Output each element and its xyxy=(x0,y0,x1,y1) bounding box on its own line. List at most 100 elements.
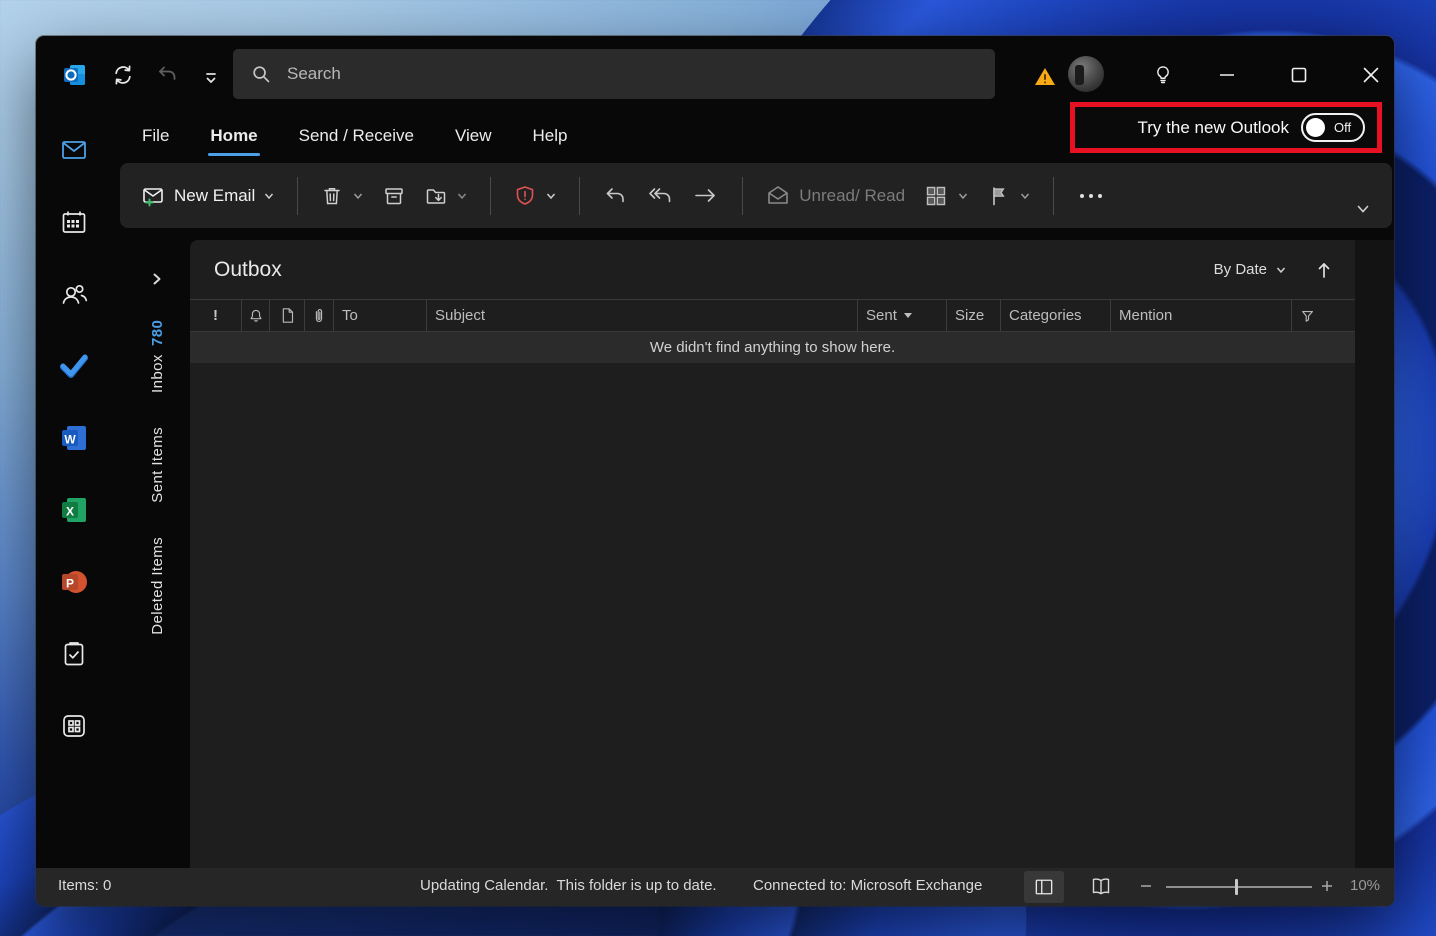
message-list-panel: Outbox By Date ! xyxy=(190,240,1394,868)
zoom-slider-track[interactable] xyxy=(1166,886,1312,888)
filter-funnel-icon xyxy=(1300,308,1316,324)
undo-icon[interactable] xyxy=(152,60,182,90)
new-email-label: New Email xyxy=(174,186,255,206)
column-attachment[interactable] xyxy=(305,300,334,331)
avatar[interactable] xyxy=(1068,56,1104,92)
menu-home[interactable]: Home xyxy=(208,122,259,150)
search-input[interactable] xyxy=(287,64,977,84)
menu-bar: File Home Send / Receive View Help xyxy=(140,112,569,160)
zoom-slider-thumb[interactable] xyxy=(1235,879,1238,895)
nav-todo[interactable] xyxy=(54,346,94,386)
column-mention[interactable]: Mention xyxy=(1111,300,1292,331)
column-filter[interactable] xyxy=(1292,300,1355,331)
menu-file[interactable]: File xyxy=(140,122,171,150)
folder-deleted-items[interactable]: Deleted Items xyxy=(149,537,166,635)
menu-send-receive[interactable]: Send / Receive xyxy=(297,122,416,150)
reply-button[interactable] xyxy=(596,177,634,215)
warning-icon[interactable] xyxy=(1030,62,1060,92)
svg-text:W: W xyxy=(64,433,76,447)
delete-button[interactable] xyxy=(314,178,370,214)
layout-view-icon xyxy=(1034,878,1054,896)
column-size[interactable]: Size xyxy=(947,300,1001,331)
nav-excel[interactable]: X xyxy=(54,490,94,530)
report-junk-button[interactable] xyxy=(507,178,563,214)
ribbon: New Email xyxy=(120,163,1392,228)
reading-view-icon xyxy=(1089,876,1113,898)
expand-folder-pane-chevron[interactable] xyxy=(142,264,172,294)
app-sidebar: W X P xyxy=(36,112,112,868)
ribbon-separator xyxy=(490,177,491,215)
column-importance[interactable]: ! xyxy=(190,300,242,331)
envelope-open-icon xyxy=(765,183,791,209)
zoom-out-button[interactable] xyxy=(1139,879,1153,893)
nav-word[interactable]: W xyxy=(54,418,94,458)
nav-tasks[interactable] xyxy=(54,634,94,674)
search-icon xyxy=(251,64,271,84)
reading-view-button[interactable] xyxy=(1088,875,1114,899)
nav-mail[interactable] xyxy=(54,130,94,170)
column-reminder[interactable] xyxy=(242,300,270,331)
new-email-button[interactable]: New Email xyxy=(134,177,281,215)
items-count: Items: 0 xyxy=(58,877,111,894)
unread-read-button[interactable]: Unread/ Read xyxy=(759,177,911,215)
reply-all-button[interactable] xyxy=(640,177,680,215)
unread-read-label: Unread/ Read xyxy=(799,186,905,206)
move-to-button[interactable] xyxy=(418,178,474,214)
nav-more-apps[interactable] xyxy=(54,706,94,746)
menu-help[interactable]: Help xyxy=(530,122,569,150)
nav-people[interactable] xyxy=(54,274,94,314)
list-header: Outbox By Date xyxy=(190,240,1355,300)
archive-button[interactable] xyxy=(376,178,412,214)
zoom-level[interactable]: 10% xyxy=(1350,877,1380,894)
folder-title: Outbox xyxy=(214,258,282,282)
sort-by-button[interactable]: By Date xyxy=(1214,261,1287,278)
forward-button[interactable] xyxy=(686,177,726,215)
more-commands-button[interactable] xyxy=(1070,194,1112,198)
item-type-icon xyxy=(280,307,295,324)
chevron-down-icon xyxy=(957,190,969,202)
svg-text:P: P xyxy=(66,577,74,591)
search-bar[interactable] xyxy=(233,49,995,99)
close-button[interactable] xyxy=(1356,60,1386,90)
outlook-window: Try the new Outlook Off File Home Send /… xyxy=(36,36,1394,906)
try-new-outlook-banner: Try the new Outlook Off xyxy=(1070,102,1382,153)
lightbulb-icon[interactable] xyxy=(1148,60,1178,90)
column-item-type[interactable] xyxy=(270,300,305,331)
chevron-down-icon xyxy=(545,190,557,202)
ribbon-separator xyxy=(1053,177,1054,215)
minimize-button[interactable] xyxy=(1212,60,1242,90)
ribbon-collapse-chevron[interactable] xyxy=(1348,194,1378,224)
toggle-knob xyxy=(1306,118,1325,137)
message-list: Outbox By Date ! xyxy=(190,240,1355,868)
follow-up-flag-button[interactable] xyxy=(981,178,1037,214)
sort-descending-icon xyxy=(904,313,912,318)
chevron-down-icon xyxy=(263,190,275,202)
folder-sent-items[interactable]: Sent Items xyxy=(149,427,166,503)
ribbon-separator xyxy=(297,177,298,215)
column-sent[interactable]: Sent xyxy=(858,300,947,331)
scrollbar-gutter[interactable] xyxy=(1355,240,1394,868)
sort-direction-button[interactable] xyxy=(1309,255,1339,285)
customize-quick-access-icon[interactable] xyxy=(196,63,226,93)
svg-text:X: X xyxy=(66,505,74,519)
outlook-app-icon[interactable] xyxy=(60,60,90,90)
column-to[interactable]: To xyxy=(334,300,427,331)
new-outlook-toggle[interactable]: Off xyxy=(1301,113,1365,142)
maximize-button[interactable] xyxy=(1284,60,1314,90)
categorize-button[interactable] xyxy=(917,177,975,215)
chevron-down-icon xyxy=(456,190,468,202)
folder-pane-collapsed: Inbox780 Sent Items Deleted Items xyxy=(124,240,190,868)
chevron-down-icon xyxy=(352,190,364,202)
inbox-unread-count: 780 xyxy=(149,320,166,346)
folder-inbox[interactable]: Inbox780 xyxy=(149,320,166,393)
normal-view-button[interactable] xyxy=(1024,871,1064,903)
column-subject[interactable]: Subject xyxy=(427,300,858,331)
send-receive-sync-icon[interactable] xyxy=(108,60,138,90)
zoom-in-button[interactable] xyxy=(1320,879,1334,893)
nav-powerpoint[interactable]: P xyxy=(54,562,94,602)
column-categories[interactable]: Categories xyxy=(1001,300,1111,331)
nav-calendar[interactable] xyxy=(54,202,94,242)
menu-view[interactable]: View xyxy=(453,122,494,150)
reminder-bell-icon xyxy=(248,308,264,324)
column-header-row: ! To xyxy=(190,300,1355,332)
